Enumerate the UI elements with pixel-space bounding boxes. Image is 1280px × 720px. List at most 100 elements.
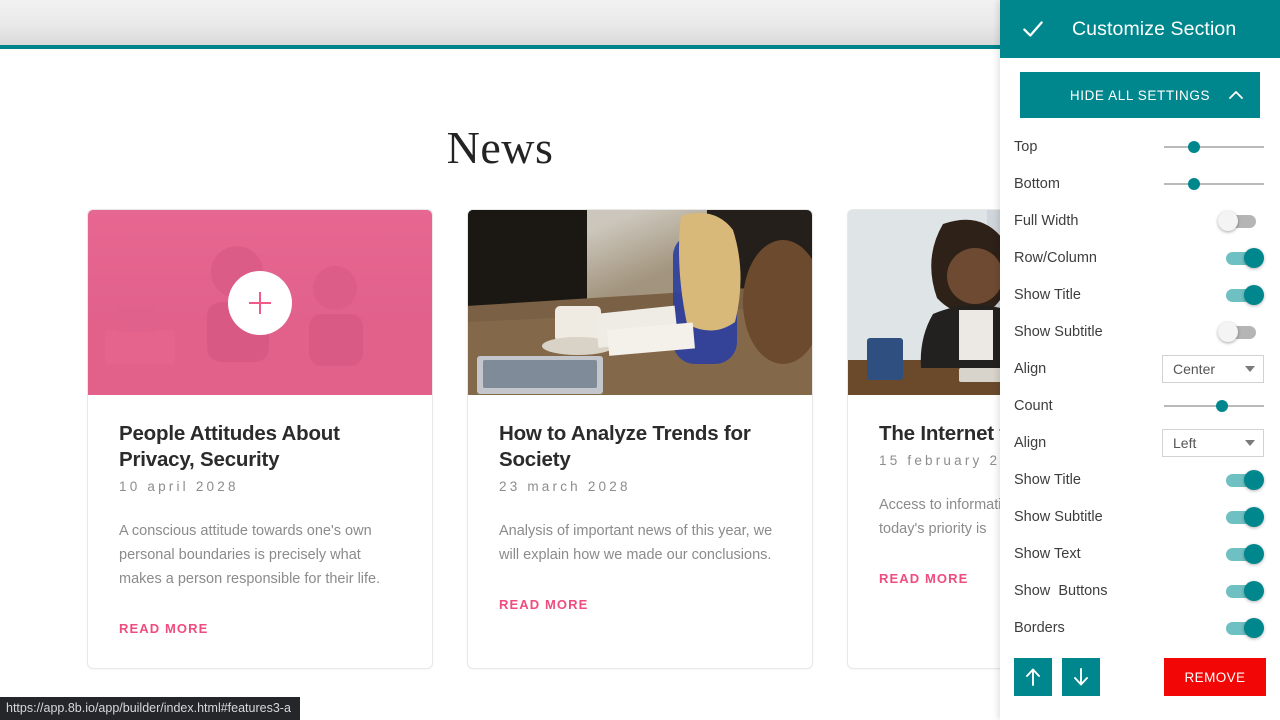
setting-toggle[interactable] xyxy=(1218,506,1264,527)
card-date: 23 march 2028 xyxy=(499,479,631,495)
toggle-knob[interactable] xyxy=(1244,469,1264,490)
toggle-knob[interactable] xyxy=(1244,617,1264,638)
card-title: How to Analyze Trends for Society xyxy=(499,422,751,472)
read-more-link[interactable]: READ MORE xyxy=(879,571,968,586)
check-icon[interactable] xyxy=(1020,16,1046,42)
setting-row: Top xyxy=(1000,128,1280,165)
move-section-down-button[interactable] xyxy=(1062,658,1100,696)
toggle-knob[interactable] xyxy=(1244,543,1264,564)
slider-track xyxy=(1164,404,1264,407)
setting-label: Row/Column xyxy=(1014,249,1097,266)
card-text: A conscious attitude towards one's own p… xyxy=(119,523,381,588)
slider-thumb[interactable] xyxy=(1188,177,1200,190)
setting-label: Show Text xyxy=(1014,545,1081,562)
setting-toggle[interactable] xyxy=(1218,284,1264,305)
news-card[interactable]: The Internet to Everyone 15 february 202… xyxy=(847,209,1000,670)
setting-toggle[interactable] xyxy=(1218,321,1264,342)
setting-row: Align Center xyxy=(1000,350,1280,387)
setting-toggle[interactable] xyxy=(1218,580,1264,601)
hide-all-settings-button[interactable]: HIDE ALL SETTINGS xyxy=(1020,72,1260,118)
card-body: How to Analyze Trends for Society 23 mar… xyxy=(468,395,812,644)
card-photo-office-women xyxy=(848,210,1000,395)
toggle-knob[interactable] xyxy=(1218,210,1238,231)
setting-label: Align xyxy=(1014,434,1047,451)
setting-row: Bottom xyxy=(1000,165,1280,202)
slider-thumb[interactable] xyxy=(1216,399,1228,412)
setting-toggle[interactable] xyxy=(1218,617,1264,638)
card-date: 10 april 2028 xyxy=(119,479,239,495)
add-block-button[interactable] xyxy=(228,270,292,335)
setting-row: Show Text xyxy=(1000,535,1280,572)
card-image[interactable] xyxy=(848,210,1000,395)
setting-slider[interactable] xyxy=(1164,397,1264,415)
setting-slider[interactable] xyxy=(1164,175,1264,193)
slider-track xyxy=(1164,145,1264,148)
setting-toggle[interactable] xyxy=(1218,210,1264,231)
card-date: 15 february 2028 xyxy=(879,453,1000,469)
read-more-link[interactable]: READ MORE xyxy=(119,621,208,636)
card-photo-desk-coffee xyxy=(468,210,812,395)
setting-row: Show Subtitle xyxy=(1000,498,1280,535)
arrow-up-icon xyxy=(1026,668,1040,686)
setting-label: Show Subtitle xyxy=(1014,508,1103,525)
card-selected-overlay[interactable] xyxy=(88,210,432,395)
settings-list: Top Bottom Full Width Row/Column Show Title S… xyxy=(1000,118,1280,646)
status-bar-url: https://app.8b.io/app/builder/index.html… xyxy=(0,697,300,720)
card-title: The Internet to Everyone xyxy=(879,422,1000,445)
news-cards-row: People Attitudes About Privacy, Security… xyxy=(87,209,1000,670)
card-image[interactable] xyxy=(88,210,432,395)
setting-label: Show Title xyxy=(1014,286,1081,303)
setting-toggle[interactable] xyxy=(1218,247,1264,268)
slider-thumb[interactable] xyxy=(1188,140,1200,153)
hide-all-settings-label: HIDE ALL SETTINGS xyxy=(1069,87,1211,103)
news-card[interactable]: People Attitudes About Privacy, Security… xyxy=(87,209,433,670)
setting-label: Show Buttons xyxy=(1014,582,1108,599)
toggle-knob[interactable] xyxy=(1244,247,1264,268)
panel-header: Customize Section xyxy=(1000,0,1280,58)
setting-label: Show Subtitle xyxy=(1014,323,1103,340)
read-more-link[interactable]: READ MORE xyxy=(499,597,588,612)
news-card[interactable]: How to Analyze Trends for Society 23 mar… xyxy=(467,209,813,670)
setting-row: Row/Column xyxy=(1000,239,1280,276)
arrow-down-icon xyxy=(1074,668,1088,686)
panel-title: Customize Section xyxy=(1072,17,1237,40)
toggle-knob[interactable] xyxy=(1218,321,1238,342)
setting-row: Show Title xyxy=(1000,461,1280,498)
setting-row: Borders xyxy=(1000,609,1280,646)
slider-track xyxy=(1164,182,1264,185)
remove-section-button[interactable]: REMOVE xyxy=(1164,658,1266,696)
move-section-up-button[interactable] xyxy=(1014,658,1052,696)
page-title: News xyxy=(446,122,554,173)
setting-toggle[interactable] xyxy=(1218,469,1264,490)
card-title: People Attitudes About Privacy, Security xyxy=(119,422,340,472)
setting-select[interactable]: Center xyxy=(1162,354,1264,383)
chevron-down-icon xyxy=(1245,365,1255,372)
setting-label: Full Width xyxy=(1014,212,1079,229)
card-body: People Attitudes About Privacy, Security… xyxy=(88,395,432,668)
card-body: The Internet to Everyone 15 february 202… xyxy=(848,395,1000,618)
setting-row: Show Title xyxy=(1000,276,1280,313)
setting-slider[interactable] xyxy=(1164,138,1264,156)
toggle-knob[interactable] xyxy=(1244,506,1264,527)
chevron-down-icon xyxy=(1245,439,1255,446)
setting-select[interactable]: Left xyxy=(1162,428,1264,457)
panel-actions: REMOVE xyxy=(1000,646,1280,696)
setting-label: Borders xyxy=(1014,619,1065,636)
browser-chrome-strip xyxy=(0,0,1000,45)
toggle-knob[interactable] xyxy=(1244,284,1264,305)
setting-row: Count xyxy=(1000,387,1280,424)
setting-toggle[interactable] xyxy=(1218,543,1264,564)
select-value: Left xyxy=(1173,434,1197,451)
plus-icon xyxy=(249,291,271,314)
setting-label: Align xyxy=(1014,360,1047,377)
select-value: Center xyxy=(1173,360,1216,377)
setting-label: Show Title xyxy=(1014,471,1081,488)
toggle-knob[interactable] xyxy=(1244,580,1264,601)
setting-row: Show Buttons xyxy=(1000,572,1280,609)
setting-row: Full Width xyxy=(1000,202,1280,239)
setting-label: Bottom xyxy=(1014,175,1060,192)
card-image[interactable] xyxy=(468,210,812,395)
chevron-up-icon xyxy=(1229,91,1243,99)
setting-row: Show Subtitle xyxy=(1000,313,1280,350)
website-preview-canvas[interactable]: News People Attitudes About Privacy, Sec… xyxy=(0,49,1000,720)
